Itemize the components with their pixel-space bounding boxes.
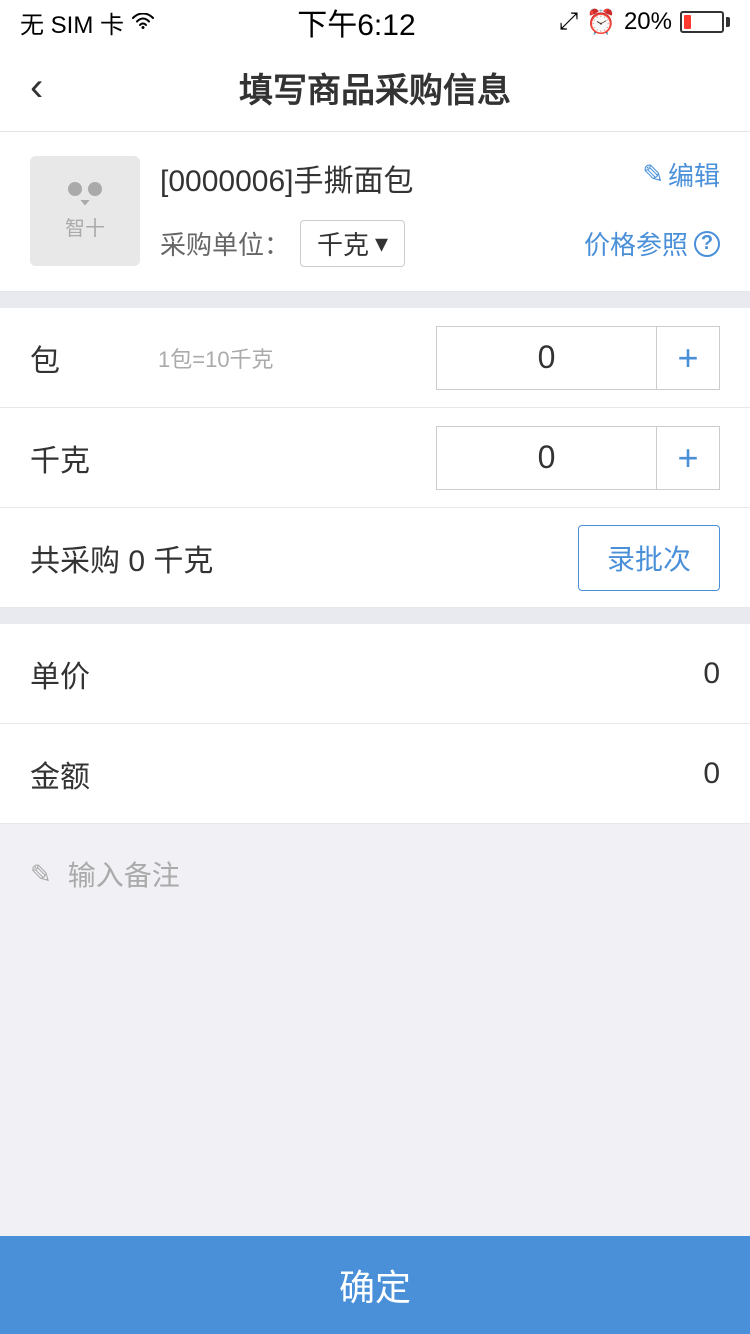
remark-placeholder: 输入备注 (68, 854, 180, 894)
section-divider-2 (0, 608, 750, 624)
unit-price-value: 0 (703, 657, 720, 691)
back-button[interactable]: ‹ (30, 55, 53, 120)
help-icon: ? (694, 231, 720, 257)
status-left: 无 SIM 卡 (20, 5, 154, 40)
remark-section[interactable]: ✎ 输入备注 (0, 824, 750, 924)
wifi-icon (132, 8, 154, 36)
battery-percent: 20% (624, 8, 672, 36)
unit-select[interactable]: 千克 ▾ (300, 220, 405, 267)
product-image-label: 智十 (65, 212, 105, 241)
edit-icon: ✎ (642, 159, 664, 190)
status-right: ⤢ ⏰ 20% (559, 8, 730, 37)
package-plus-button[interactable]: + (656, 326, 720, 390)
page-title: 填写商品采购信息 (239, 63, 511, 112)
sim-label: 无 SIM 卡 (20, 5, 124, 40)
package-input[interactable] (436, 326, 656, 390)
kg-label: 千克 (30, 436, 150, 480)
edit-button[interactable]: ✎ 编辑 (642, 156, 720, 193)
product-card: 智十 [0000006]手撕面包 ✎ 编辑 采购单位： 千克 ▾ 价格参照 ? (0, 132, 750, 292)
status-time: 下午6:12 (297, 0, 415, 44)
summary-text: 共采购 0 千克 (30, 536, 213, 580)
amount-value: 0 (703, 757, 720, 791)
section-divider-1 (0, 292, 750, 308)
product-info: [0000006]手撕面包 ✎ 编辑 采购单位： 千克 ▾ 价格参照 ? (160, 156, 720, 267)
package-sub-label: 1包=10千克 (158, 342, 274, 374)
unit-price-label: 单价 (30, 652, 90, 696)
location-icon: ⤢ (559, 8, 578, 36)
package-input-row: 包 1包=10千克 + (0, 308, 750, 408)
kg-plus-button[interactable]: + (656, 426, 720, 490)
unit-price-row: 单价 0 (0, 624, 750, 724)
amount-label: 金额 (30, 752, 90, 796)
confirm-section[interactable]: 确定 (0, 1236, 750, 1334)
nav-bar: ‹ 填写商品采购信息 (0, 44, 750, 132)
package-input-wrap: + (274, 326, 720, 390)
empty-area (0, 924, 750, 1224)
amount-row: 金额 0 (0, 724, 750, 824)
pencil-icon: ✎ (30, 859, 52, 890)
price-section: 单价 0 金额 0 (0, 624, 750, 824)
battery-icon (680, 11, 730, 33)
summary-row: 共采购 0 千克 录批次 (0, 508, 750, 608)
product-image: 智十 (30, 156, 140, 266)
batch-button[interactable]: 录批次 (578, 525, 720, 591)
chevron-down-icon: ▾ (375, 228, 388, 259)
confirm-button[interactable]: 确定 (339, 1259, 411, 1311)
kg-input[interactable] (436, 426, 656, 490)
kg-input-wrap: + (150, 426, 720, 490)
unit-label: 采购单位： 千克 ▾ (160, 220, 405, 267)
product-name: [0000006]手撕面包 (160, 156, 413, 200)
price-ref-button[interactable]: 价格参照 ? (584, 225, 720, 262)
input-section: 包 1包=10千克 + 千克 + (0, 308, 750, 508)
package-label: 包 (30, 336, 150, 380)
status-bar: 无 SIM 卡 下午6:12 ⤢ ⏰ 20% (0, 0, 750, 44)
kg-input-row: 千克 + (0, 408, 750, 508)
alarm-icon: ⏰ (586, 8, 616, 37)
